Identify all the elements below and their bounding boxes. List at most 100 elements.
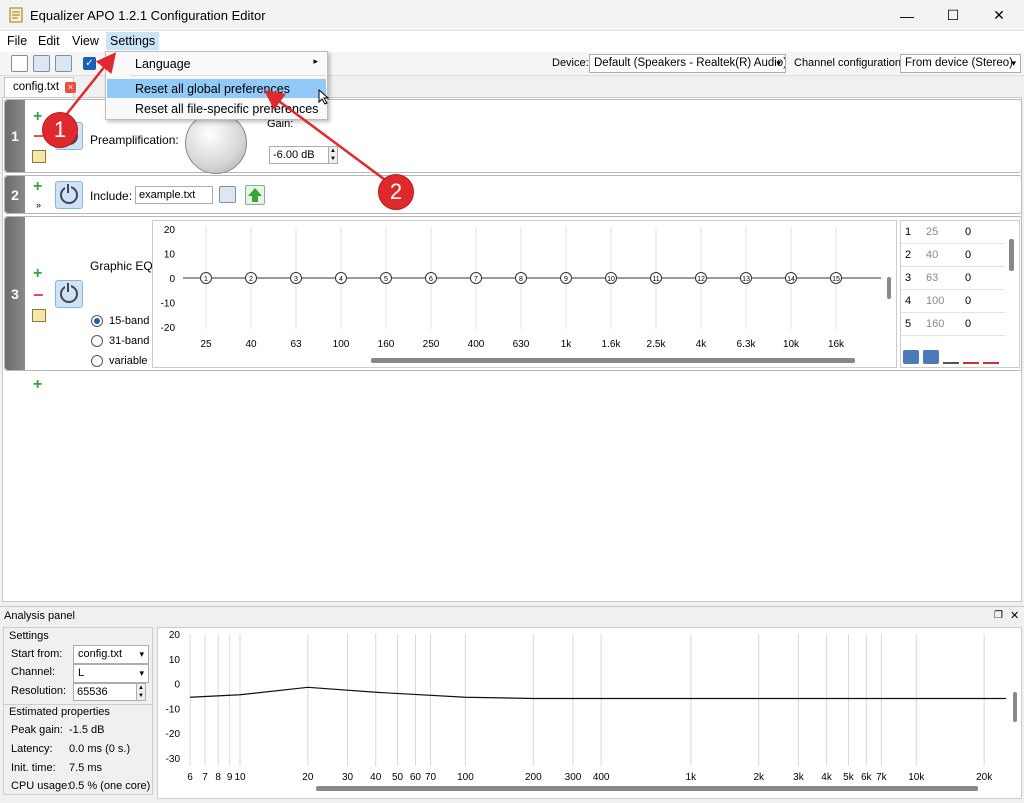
save-icon[interactable] [923,350,939,364]
menu-file[interactable]: File [7,34,27,48]
maximize-button[interactable]: ☐ [930,0,976,31]
flatten-icon[interactable] [943,350,959,364]
analysis-title: Analysis panel [4,610,75,622]
band-frequency[interactable]: 100 [926,295,944,307]
new-file-icon[interactable] [11,55,28,72]
power-icon[interactable] [55,280,83,308]
band-31-radio[interactable] [91,335,103,347]
undock-icon[interactable]: ❐ [994,610,1003,621]
close-tab-icon[interactable]: × [65,82,76,93]
x-tick-label: 2.5k [647,339,667,350]
band-frequency[interactable]: 40 [926,249,938,261]
table-scrollbar[interactable] [1009,239,1014,271]
edit-icon[interactable] [32,150,46,163]
eq-band-table[interactable]: 1 25 0 2 40 0 3 63 0 4 100 0 5 160 0 [900,220,1020,368]
table-row[interactable]: 5 160 0 [901,313,1005,336]
go-up-icon[interactable] [245,185,265,205]
gain-stepper[interactable]: ▲ ▼ [328,146,338,164]
band-gain[interactable]: 0 [965,272,971,284]
y-tick-label: -30 [166,754,181,765]
frequency-response-chart[interactable]: 20100-10-20-306 7 8 9 10 20 30 40 50 60 70 100 200 30… [158,628,1023,800]
band-frequency[interactable]: 25 [926,226,938,238]
start-from-select[interactable]: config.txt ▾ [73,645,149,664]
open-icon[interactable] [903,350,919,364]
device-select[interactable]: Default (Speakers - Realtek(R) Audio) ▾ [589,54,786,73]
gain-knob[interactable] [185,112,247,174]
graphic-eq-graph[interactable]: 20 10 0 -10 -20 25 40 63 100 160 250 400 630 1k 1.6k 2.… [152,220,897,368]
table-row[interactable]: 2 40 0 [901,244,1005,267]
x-tick-label: 5k [843,772,855,783]
analysis-graph[interactable]: 20 10 0 -10 -20 -30 6 7 8 9 10 20 30 40 50 60 70 100 200 30… [157,627,1022,799]
band-gain[interactable]: 0 [965,226,971,238]
power-icon[interactable] [55,181,83,209]
menu-item-reset-global[interactable]: Reset all global preferences [107,79,326,98]
y-tick-label: 20 [164,225,176,236]
menu-edit[interactable]: Edit [38,34,60,48]
channel-select[interactable]: L ▾ [73,664,149,683]
menu-item-language[interactable]: Language ▸ [107,54,326,73]
eq-node-label: 6 [429,276,433,283]
band-variable-radio[interactable] [91,355,103,367]
y-tick-label: 0 [174,680,180,691]
close-panel-icon[interactable]: ✕ [1010,609,1019,622]
x-tick-label: 1.6k [602,339,622,350]
eq-node-label: 5 [384,276,388,283]
menu-item-reset-file[interactable]: Reset all file-specific preferences [107,99,326,118]
band-15-radio[interactable] [91,315,103,327]
channel-config-select[interactable]: From device (Stereo) ▾ [900,54,1021,73]
chevron-down-icon: ▾ [139,668,144,678]
instant-mode-checkbox[interactable]: ✓ [83,57,96,70]
vertical-scrollbar [887,277,891,299]
open-file-icon[interactable] [33,55,50,72]
cpu-usage-label: CPU usage: [11,780,71,792]
table-row[interactable]: 3 63 0 [901,267,1005,290]
tab-config[interactable]: config.txt × [4,77,76,98]
invert-icon[interactable] [963,350,979,364]
open-file-icon[interactable] [219,186,236,203]
app-icon [8,7,24,23]
x-tick-label: 10k [783,339,800,350]
band-index: 3 [905,272,912,284]
divider [4,704,152,705]
tab-label: config.txt [13,81,60,93]
chevron-down-icon: ▾ [139,649,144,659]
band-gain[interactable]: 0 [965,249,971,261]
resolution-stepper[interactable]: ▲ ▼ [136,683,146,701]
eq-node-label: 2 [249,276,253,283]
x-tick-label: 4k [821,772,833,783]
x-tick-label: 25 [200,339,212,350]
band-frequency[interactable]: 63 [926,272,938,284]
eq-node-label: 12 [697,276,705,283]
menu-separator [130,75,326,76]
table-row[interactable]: 1 25 0 [901,221,1005,244]
normalize-icon[interactable] [983,350,999,364]
save-file-icon[interactable] [55,55,72,72]
minimize-button[interactable]: — [884,0,930,31]
menu-settings[interactable]: Settings [106,32,160,50]
gain-input[interactable]: -6.00 dB [269,146,329,164]
eq-node-label: 10 [607,276,615,283]
eq-chart[interactable]: 20100-10-2025 40 63 100 160 250 400 630 1k 1.6k 2.… [153,221,898,369]
edit-icon[interactable] [32,309,46,322]
eq-node-label: 11 [652,276,659,283]
start-from-label: Start from: [11,648,63,660]
remove-filter-icon[interactable]: − [33,286,44,304]
band-index: 5 [905,318,912,330]
table-row[interactable]: 4 100 0 [901,290,1005,313]
estimated-title: Estimated properties [9,706,110,718]
resolution-input[interactable]: 65536 [73,683,137,701]
add-filter-icon[interactable]: + [33,266,42,282]
add-filter-icon[interactable]: + [33,109,42,125]
close-button[interactable]: ✕ [976,0,1022,31]
menu-view[interactable]: View [72,34,99,48]
x-tick-label: 20k [976,772,993,783]
band-31-label: 31-band [109,335,150,347]
band-gain[interactable]: 0 [965,295,971,307]
x-tick-label: 6k [861,772,873,783]
add-filter-bottom-icon[interactable]: + [33,377,42,393]
expand-icon[interactable]: » [36,200,41,210]
band-gain[interactable]: 0 [965,318,971,330]
include-file-input[interactable]: example.txt [135,186,213,204]
add-filter-icon[interactable]: + [33,179,42,195]
band-frequency[interactable]: 160 [926,318,944,330]
